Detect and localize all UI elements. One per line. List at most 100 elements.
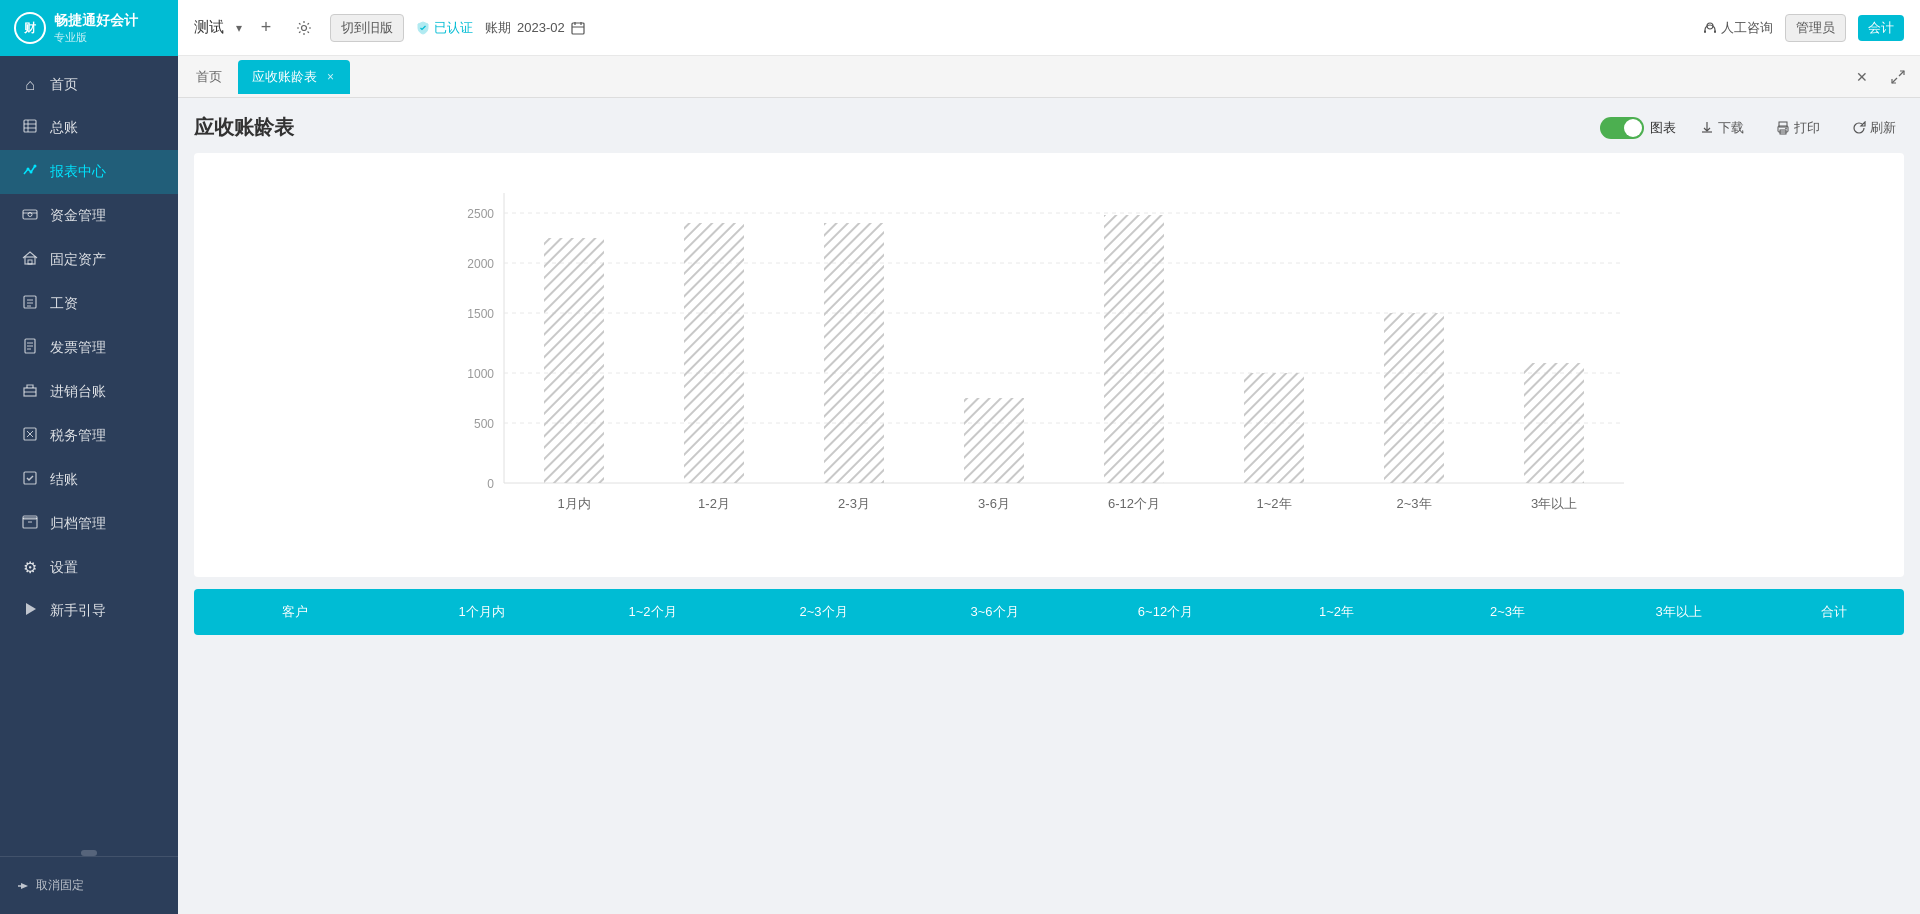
sidebar-item-label: 新手引导 (50, 602, 106, 620)
cancel-fixed-button[interactable]: 取消固定 (0, 867, 178, 904)
bar-1-2-month (684, 223, 744, 483)
th-customer: 客户 (194, 589, 396, 635)
bar-chart-svg: 0 500 1000 1500 2000 2500 1月内 1-2月 (214, 173, 1874, 553)
sidebar-item-label: 总账 (50, 119, 78, 137)
chart-toggle-wrap: 图表 (1600, 117, 1676, 139)
svg-point-8 (34, 165, 37, 168)
table-container: 客户 1个月内 1~2个月 2~3个月 3~6个月 6~12个月 1~2年 2~… (194, 589, 1904, 635)
sidebar-item-label: 工资 (50, 295, 78, 313)
svg-marker-33 (21, 883, 28, 889)
chart-toggle-switch[interactable] (1600, 117, 1644, 139)
svg-rect-41 (1714, 30, 1716, 33)
tab-ar-aging-close[interactable]: × (325, 68, 336, 86)
bar-6-12-month (1104, 215, 1164, 483)
svg-text:1月内: 1月内 (557, 496, 590, 511)
sidebar-item-invoice[interactable]: 发票管理 (0, 326, 178, 370)
bar-2-3-month (824, 223, 884, 483)
bar-2-3-year (1384, 313, 1444, 483)
sidebar-item-label: 报表中心 (50, 163, 106, 181)
print-icon (1776, 121, 1790, 135)
svg-line-42 (1899, 71, 1904, 76)
shield-icon (416, 21, 430, 35)
sidebar-item-archive[interactable]: 归档管理 (0, 502, 178, 546)
add-workspace-button[interactable]: + (254, 16, 278, 40)
svg-point-7 (30, 171, 33, 174)
home-icon: ⌂ (20, 76, 40, 94)
tab-bar: 首页 应收账龄表 × ✕ (178, 56, 1920, 98)
tab-ar-aging-label: 应收账龄表 (252, 68, 317, 86)
sidebar-item-guide[interactable]: 新手引导 (0, 589, 178, 633)
sidebar-item-payroll[interactable]: 工资 (0, 282, 178, 326)
svg-text:1-2月: 1-2月 (698, 496, 730, 511)
th-3plus: 3年以上 (1593, 589, 1764, 635)
sidebar-item-label: 设置 (50, 559, 78, 577)
sidebar-item-label: 首页 (50, 76, 78, 94)
sidebar-item-assets[interactable]: 固定资产 (0, 238, 178, 282)
tax-icon (20, 426, 40, 446)
th-6-12month: 6~12个月 (1080, 589, 1251, 635)
tab-home[interactable]: 首页 (182, 60, 236, 94)
refresh-button[interactable]: 刷新 (1844, 115, 1904, 141)
calendar-icon[interactable] (571, 21, 585, 35)
cancel-fixed-label: 取消固定 (36, 877, 84, 894)
sidebar-item-label: 结账 (50, 471, 78, 489)
svg-text:6-12个月: 6-12个月 (1108, 496, 1160, 511)
role-button[interactable]: 会计 (1858, 15, 1904, 41)
settings-icon: ⚙ (20, 558, 40, 577)
svg-text:3年以上: 3年以上 (1531, 496, 1577, 511)
svg-text:财: 财 (23, 21, 37, 35)
close-window-button[interactable]: ✕ (1848, 63, 1876, 91)
sidebar-item-reports[interactable]: 报表中心 (0, 150, 178, 194)
workspace-settings-button[interactable] (290, 14, 318, 42)
th-1-2month: 1~2个月 (567, 589, 738, 635)
sidebar-item-home[interactable]: ⌂ 首页 (0, 64, 178, 106)
sidebar-item-funds[interactable]: 资金管理 (0, 194, 178, 238)
gear-icon (296, 20, 312, 36)
th-2-3year: 2~3年 (1422, 589, 1593, 635)
sidebar-item-label: 固定资产 (50, 251, 106, 269)
old-version-button[interactable]: 切到旧版 (330, 14, 404, 42)
svg-text:3-6月: 3-6月 (978, 496, 1010, 511)
user-button[interactable]: 管理员 (1785, 14, 1846, 42)
table-header: 客户 1个月内 1~2个月 2~3个月 3~6个月 6~12个月 1~2年 2~… (194, 589, 1904, 635)
svg-text:500: 500 (474, 417, 494, 431)
expand-window-button[interactable] (1884, 63, 1912, 91)
print-button[interactable]: 打印 (1768, 115, 1828, 141)
tab-ar-aging[interactable]: 应收账龄表 × (238, 60, 350, 94)
support-button[interactable]: 人工咨询 (1703, 19, 1773, 37)
svg-rect-35 (572, 23, 584, 34)
sidebar-item-settings[interactable]: ⚙ 设置 (0, 546, 178, 589)
svg-text:2500: 2500 (467, 207, 494, 221)
sidebar-logo: 财 畅捷通好会计 专业版 (0, 0, 178, 56)
svg-text:1~2年: 1~2年 (1256, 496, 1291, 511)
app-logo-text: 畅捷通好会计 专业版 (54, 12, 138, 45)
closing-icon (20, 470, 40, 490)
svg-rect-9 (23, 210, 37, 219)
page-actions: 图表 下载 打印 (1600, 115, 1904, 141)
page-content: 应收账龄表 图表 下载 (178, 98, 1920, 914)
refresh-icon (1852, 121, 1866, 135)
sidebar-item-closing[interactable]: 结账 (0, 458, 178, 502)
svg-text:1000: 1000 (467, 367, 494, 381)
sidebar-item-tax[interactable]: 税务管理 (0, 414, 178, 458)
th-3-6month: 3~6个月 (909, 589, 1080, 635)
svg-rect-40 (1704, 30, 1706, 33)
svg-point-47 (1785, 127, 1787, 129)
workspace-dropdown-icon[interactable]: ▾ (236, 21, 242, 35)
page-header: 应收账龄表 图表 下载 (194, 114, 1904, 141)
archive-icon (20, 514, 40, 534)
app-logo-icon: 财 (14, 12, 46, 44)
download-button[interactable]: 下载 (1692, 115, 1752, 141)
sidebar-bottom: 取消固定 (0, 856, 178, 914)
sidebar-item-inventory[interactable]: 进销台账 (0, 370, 178, 414)
bar-3-6-month (964, 398, 1024, 483)
sidebar-item-ledger[interactable]: 总账 (0, 106, 178, 150)
svg-point-6 (27, 168, 30, 171)
assets-icon (20, 250, 40, 270)
workspace-title: 测试 (194, 18, 224, 37)
inventory-icon (20, 382, 40, 402)
headset-icon (1703, 21, 1717, 35)
th-2-3month: 2~3个月 (738, 589, 909, 635)
svg-text:2~3年: 2~3年 (1396, 496, 1431, 511)
svg-rect-13 (28, 260, 32, 264)
